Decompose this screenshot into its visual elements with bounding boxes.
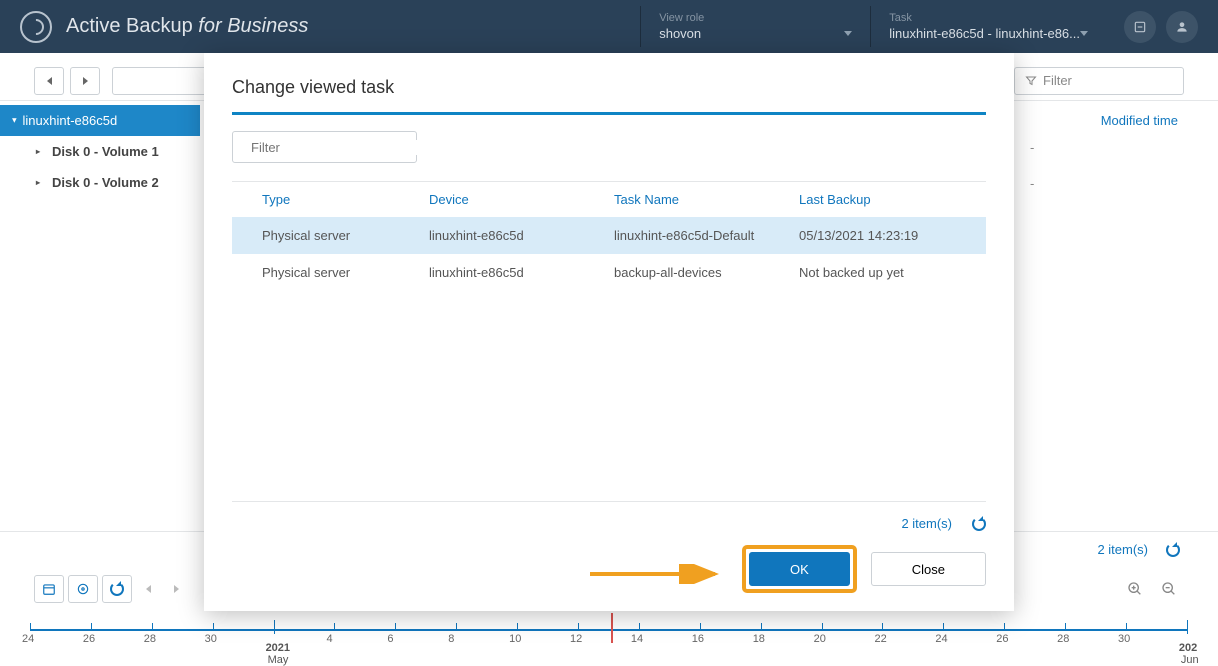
col-device[interactable]: Device: [417, 192, 602, 207]
col-type[interactable]: Type: [232, 192, 417, 207]
ok-button[interactable]: OK: [749, 552, 850, 586]
zoom-in-button[interactable]: [1120, 575, 1150, 603]
table-row[interactable]: Physical server linuxhint-e86c5d linuxhi…: [232, 217, 986, 254]
timeline-refresh-button[interactable]: [102, 575, 132, 603]
notifications-button[interactable]: [1124, 11, 1156, 43]
change-task-modal: Change viewed task Type Device Task Name…: [204, 53, 1014, 611]
app-title: Active Backup for Business: [66, 15, 308, 38]
view-role-selector[interactable]: View role shovon: [640, 6, 870, 47]
refresh-icon[interactable]: [1166, 543, 1180, 557]
user-button[interactable]: [1166, 11, 1198, 43]
sidebar-item-disk0-vol2[interactable]: ▸Disk 0 - Volume 2: [0, 167, 200, 198]
filter-icon: [1025, 75, 1037, 87]
timeline-prev-button[interactable]: [136, 575, 160, 603]
timeline-next-button[interactable]: [164, 575, 188, 603]
modal-filter-input[interactable]: [232, 131, 417, 163]
zoom-out-button[interactable]: [1154, 575, 1184, 603]
chevron-down-icon: [1080, 31, 1088, 36]
task-selector[interactable]: Task linuxhint-e86c5d - linuxhint-e86...: [870, 6, 1106, 47]
timeline[interactable]: 242628302021May4681012141618202224262830…: [30, 611, 1188, 661]
modal-title: Change viewed task: [232, 77, 986, 98]
refresh-icon[interactable]: [972, 517, 986, 531]
close-button[interactable]: Close: [871, 552, 986, 586]
now-marker: [611, 613, 613, 643]
target-button[interactable]: [68, 575, 98, 603]
item-count: 2 item(s): [1097, 542, 1148, 557]
sidebar-item-disk0-vol1[interactable]: ▸Disk 0 - Volume 1: [0, 136, 200, 167]
table-row[interactable]: Physical server linuxhint-e86c5d backup-…: [232, 254, 986, 291]
filter-button[interactable]: Filter: [1014, 67, 1184, 95]
back-button[interactable]: [34, 67, 64, 95]
sidebar: ▸ linuxhint-e86c5d ▸Disk 0 - Volume 1 ▸D…: [0, 101, 200, 531]
task-table: Type Device Task Name Last Backup Physic…: [232, 181, 986, 291]
col-backup[interactable]: Last Backup: [787, 192, 972, 207]
modal-footer: 2 item(s): [232, 501, 986, 531]
app-logo-icon: [20, 11, 52, 43]
modal-item-count: 2 item(s): [901, 516, 952, 531]
table-header: Type Device Task Name Last Backup: [232, 182, 986, 217]
app-header: Active Backup for Business View role sho…: [0, 0, 1218, 53]
ok-highlight: OK: [742, 545, 857, 593]
col-task[interactable]: Task Name: [602, 192, 787, 207]
sidebar-root[interactable]: ▸ linuxhint-e86c5d: [0, 105, 200, 136]
forward-button[interactable]: [70, 67, 100, 95]
chevron-down-icon: [844, 31, 852, 36]
calendar-button[interactable]: [34, 575, 64, 603]
